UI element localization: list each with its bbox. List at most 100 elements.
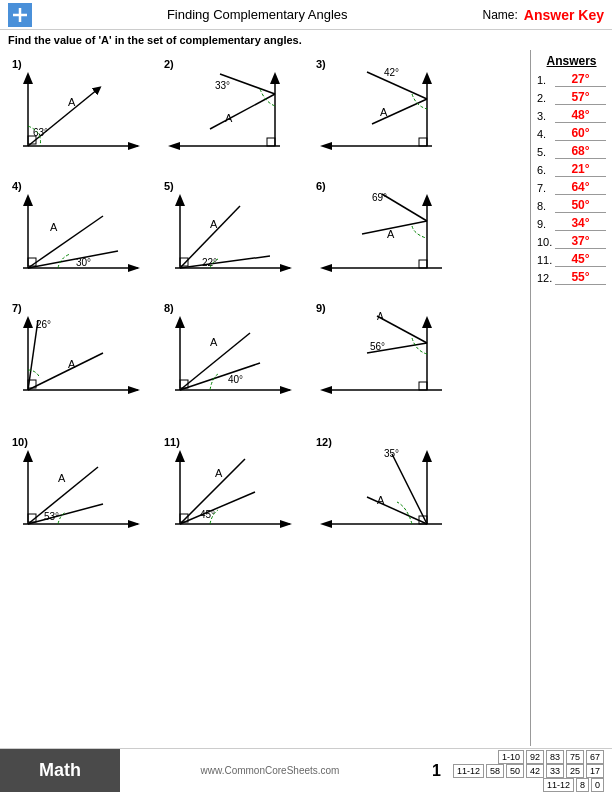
stats-val-92: 92 [526,750,544,764]
answer-num-1: 1. [537,74,555,86]
svg-text:A: A [377,494,385,506]
svg-marker-73 [280,386,292,394]
svg-text:A: A [225,112,233,124]
answer-line-9: 34° [555,216,606,231]
svg-text:A: A [210,336,218,348]
svg-line-104 [392,454,427,524]
problem-4: 4) A 30° [8,176,160,296]
svg-marker-81 [320,386,332,394]
answer-val-1: 27° [571,72,589,86]
problem-1-diagram: A 63° [8,54,158,172]
answer-num-12: 12. [537,272,555,284]
answer-num-10: 10. [537,236,555,248]
answer-val-3: 48° [571,108,589,122]
answer-num-6: 6. [537,164,555,176]
answer-item-12: 12. 55° [537,270,606,285]
svg-text:33°: 33° [215,80,230,91]
answer-item-1: 1. 27° [537,72,606,87]
problem-2-diagram: 33° A [160,54,310,172]
problem-12-diagram: 35° A [312,432,462,550]
svg-marker-109 [320,520,332,528]
logo [8,3,32,27]
problem-9: 9) A 56° [312,298,464,418]
instructions: Find the value of 'A' in the set of comp… [0,30,612,50]
answer-line-2: 57° [555,90,606,105]
stats-label-1: 1-10 [498,750,524,764]
stats-val-83: 83 [546,750,564,764]
stats-val-0: 0 [591,778,604,792]
svg-rect-49 [419,260,427,268]
answer-line-8: 50° [555,198,606,213]
problem-row-3: 7) 26° A [8,298,522,418]
svg-line-77 [377,316,427,343]
answer-line-11: 45° [555,252,606,267]
svg-text:22°: 22° [202,257,217,268]
problem-6: 6) 69° A [312,176,464,296]
problem-7: 7) 26° A [8,298,160,418]
stats-val-50: 50 [506,764,524,778]
svg-line-97 [180,492,255,524]
svg-marker-101 [280,520,292,528]
answer-num-11: 11. [537,254,555,266]
svg-text:53°: 53° [44,511,59,522]
main-content: 1) A [0,50,612,746]
answer-key-label: Answer Key [524,7,604,23]
svg-text:56°: 56° [370,341,385,352]
problem-row-2: 4) A 30° [8,176,522,296]
svg-marker-54 [320,264,332,272]
answer-num-4: 4. [537,128,555,140]
svg-rect-76 [419,382,427,390]
answer-val-2: 57° [571,90,589,104]
svg-text:42°: 42° [384,67,399,78]
problem-10: 10) A 53° [8,432,160,552]
problem-5: 5) A 22° [160,176,312,296]
svg-line-105 [367,497,427,524]
svg-marker-64 [128,386,140,394]
svg-text:A: A [58,472,66,484]
svg-marker-36 [23,194,33,206]
answer-num-3: 3. [537,110,555,122]
answer-val-7: 64° [571,180,589,194]
answer-item-9: 9. 34° [537,216,606,231]
svg-text:26°: 26° [36,319,51,330]
footer-stats: 1-10 92 83 75 67 11-12 58 50 42 33 25 17… [453,750,612,792]
answer-item-4: 4. 60° [537,126,606,141]
stats-11-12-label: 11-12 [543,778,574,792]
problem-8: 8) A 40° [160,298,312,418]
svg-rect-13 [267,138,275,146]
svg-marker-72 [175,316,185,328]
answers-header: Answers [537,54,606,68]
problem-8-diagram: A 40° [160,298,310,416]
stats-label-2: 11-12 [453,764,484,778]
stats-val-25: 25 [566,764,584,778]
answer-val-5: 68° [571,144,589,158]
header-right: Name: Answer Key [483,7,605,23]
svg-marker-28 [422,72,432,84]
svg-line-50 [382,194,427,221]
problem-11-diagram: A 45° [160,432,310,550]
answer-sidebar: Answers 1. 27° 2. 57° 3. 48° 4. 60° 5 [530,50,612,746]
svg-marker-63 [23,316,33,328]
answer-line-4: 60° [555,126,606,141]
header: Finding Complementary Angles Name: Answe… [0,0,612,30]
svg-text:A: A [68,96,76,108]
svg-line-42 [180,256,270,268]
problem-12: 12) 35° A [312,432,464,552]
problem-6-diagram: 69° A [312,176,462,294]
answer-line-10: 37° [555,234,606,249]
svg-marker-46 [280,264,292,272]
svg-rect-22 [419,138,427,146]
problem-4-diagram: A 30° [8,176,158,294]
answer-line-1: 27° [555,72,606,87]
svg-text:63°: 63° [33,127,48,138]
answer-val-9: 34° [571,216,589,230]
footer-page: 1 [420,762,453,780]
svg-marker-91 [128,520,140,528]
svg-text:30°: 30° [76,257,91,268]
svg-marker-19 [270,72,280,84]
svg-text:A: A [210,218,218,230]
stats-row-3: 11-12 8 0 [543,778,604,792]
answer-item-11: 11. 45° [537,252,606,267]
answer-num-2: 2. [537,92,555,104]
stats-row-2: 11-12 58 50 42 33 25 17 [453,764,604,778]
